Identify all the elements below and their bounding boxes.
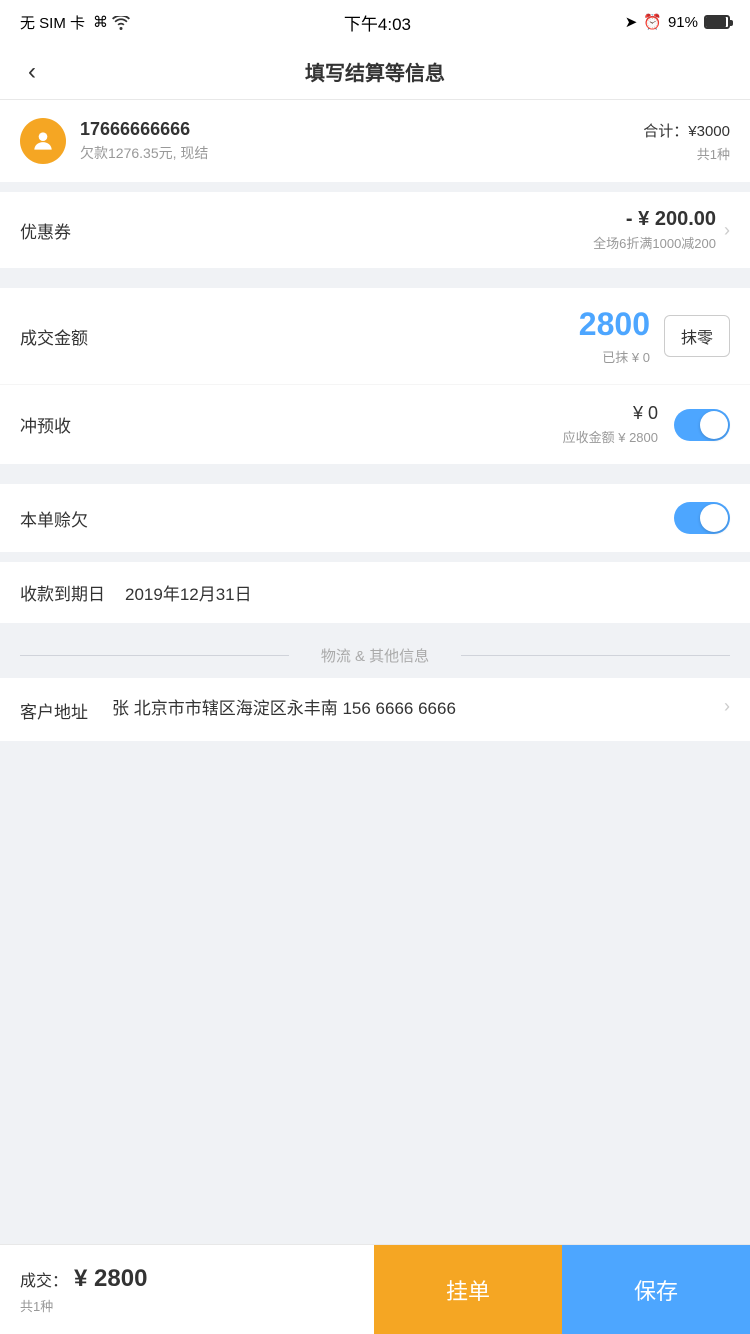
due-date-value: 2019年12月31日: [125, 580, 252, 605]
due-date-row: 收款到期日 2019年12月31日: [0, 562, 750, 623]
status-bar: 无 SIM 卡 ⌘ 下午4:03 ➤ ⏰ 91%: [0, 0, 750, 44]
bottom-label: 成交：: [20, 1267, 68, 1291]
customer-phone: 17666666666: [80, 119, 208, 140]
section-divider-1: [0, 278, 750, 288]
page-title: 填写结算等信息: [305, 57, 445, 86]
total-label: 合计：¥3000: [643, 120, 730, 141]
bottom-bar: 成交： ¥ 2800 共1种 挂单 保存: [0, 1244, 750, 1334]
customer-debt: 欠款1276.35元, 现结: [80, 143, 208, 163]
arrears-toggle-knob: [700, 504, 728, 532]
alarm-icon: ⏰: [643, 13, 662, 31]
location-icon: ➤: [625, 13, 638, 31]
customer-right: 合计：¥3000 共1种: [643, 120, 730, 163]
transaction-amount: 2800: [579, 306, 650, 343]
transaction-label: 成交金额: [20, 324, 110, 349]
signal-text: 无 SIM 卡: [20, 12, 85, 33]
gray-area: [0, 741, 750, 881]
arrears-row: 本单赊欠: [0, 484, 750, 552]
address-label: 客户地址: [20, 696, 100, 723]
coupon-row[interactable]: 优惠券 - ¥ 200.00 全场6折满1000减200 ›: [0, 192, 750, 268]
prepay-label: 冲预收: [20, 412, 110, 437]
prepay-row: 冲预收 ¥ 0 应收金额 ¥ 2800: [0, 385, 750, 464]
logistics-divider: 物流 & 其他信息: [0, 633, 750, 678]
coupon-desc: 全场6折满1000减200: [593, 233, 716, 252]
address-value: 张 北京市市辖区海淀区永丰南 156 6666 6666: [112, 696, 712, 722]
logistics-line-right: [461, 655, 730, 656]
address-row[interactable]: 客户地址 张 北京市市辖区海淀区永丰南 156 6666 6666 ›: [0, 678, 750, 741]
section-divider-3: [0, 623, 750, 633]
battery-icon: [704, 15, 730, 29]
arrears-label: 本单赊欠: [20, 506, 110, 531]
prepay-amount: ¥ 0: [563, 403, 658, 424]
arrears-section: 本单赊欠: [0, 484, 750, 552]
battery-text: 91%: [668, 14, 698, 31]
section-divider-2: [0, 474, 750, 484]
status-left: 无 SIM 卡 ⌘: [20, 12, 130, 33]
hang-button[interactable]: 挂单: [374, 1245, 562, 1334]
status-right: ➤ ⏰ 91%: [625, 13, 730, 31]
wifi-icon: ⌘: [93, 13, 130, 31]
logistics-text: 物流 & 其他信息: [321, 645, 429, 666]
bottom-amount-row: 成交： ¥ 2800: [20, 1265, 354, 1293]
arrears-toggle[interactable]: [674, 502, 730, 534]
customer-left: 17666666666 欠款1276.35元, 现结: [20, 118, 208, 164]
customer-info: 17666666666 欠款1276.35元, 现结: [80, 119, 208, 163]
address-chevron-icon: ›: [724, 696, 730, 717]
bottom-amount: ¥ 2800: [74, 1265, 147, 1293]
toggle-knob: [700, 411, 728, 439]
nav-bar: ‹ 填写结算等信息: [0, 44, 750, 100]
prepay-wrap: ¥ 0 应收金额 ¥ 2800: [563, 403, 658, 446]
status-time: 下午4:03: [344, 10, 411, 35]
main-content: 17666666666 欠款1276.35元, 现结 合计：¥3000 共1种 …: [0, 100, 750, 981]
round-button[interactable]: 抹零: [664, 315, 730, 357]
coupon-amount: - ¥ 200.00: [593, 208, 716, 231]
logistics-line-left: [20, 655, 289, 656]
prepay-sub: 应收金额 ¥ 2800: [563, 427, 658, 446]
total-count: 共1种: [643, 144, 730, 163]
transaction-value-wrap: 2800 已抹 ¥ 0 抹零: [579, 306, 730, 366]
due-date-label: 收款到期日: [20, 580, 105, 605]
avatar: [20, 118, 66, 164]
transaction-sub: 已抹 ¥ 0: [579, 347, 650, 366]
customer-card: 17666666666 欠款1276.35元, 现结 合计：¥3000 共1种: [0, 100, 750, 182]
coupon-label: 优惠券: [20, 218, 71, 243]
bottom-count: 共1种: [20, 1296, 354, 1315]
save-button[interactable]: 保存: [562, 1245, 750, 1334]
bottom-summary: 成交： ¥ 2800 共1种: [0, 1265, 374, 1315]
back-button[interactable]: ‹: [20, 50, 44, 94]
coupon-right: - ¥ 200.00 全场6折满1000减200 ›: [593, 208, 730, 252]
transaction-section: 成交金额 2800 已抹 ¥ 0 抹零 冲预收 ¥ 0 应收金额 ¥ 2800: [0, 288, 750, 464]
chevron-right-icon: ›: [724, 220, 730, 241]
transaction-row: 成交金额 2800 已抹 ¥ 0 抹零: [0, 288, 750, 385]
prepay-toggle[interactable]: [674, 409, 730, 441]
